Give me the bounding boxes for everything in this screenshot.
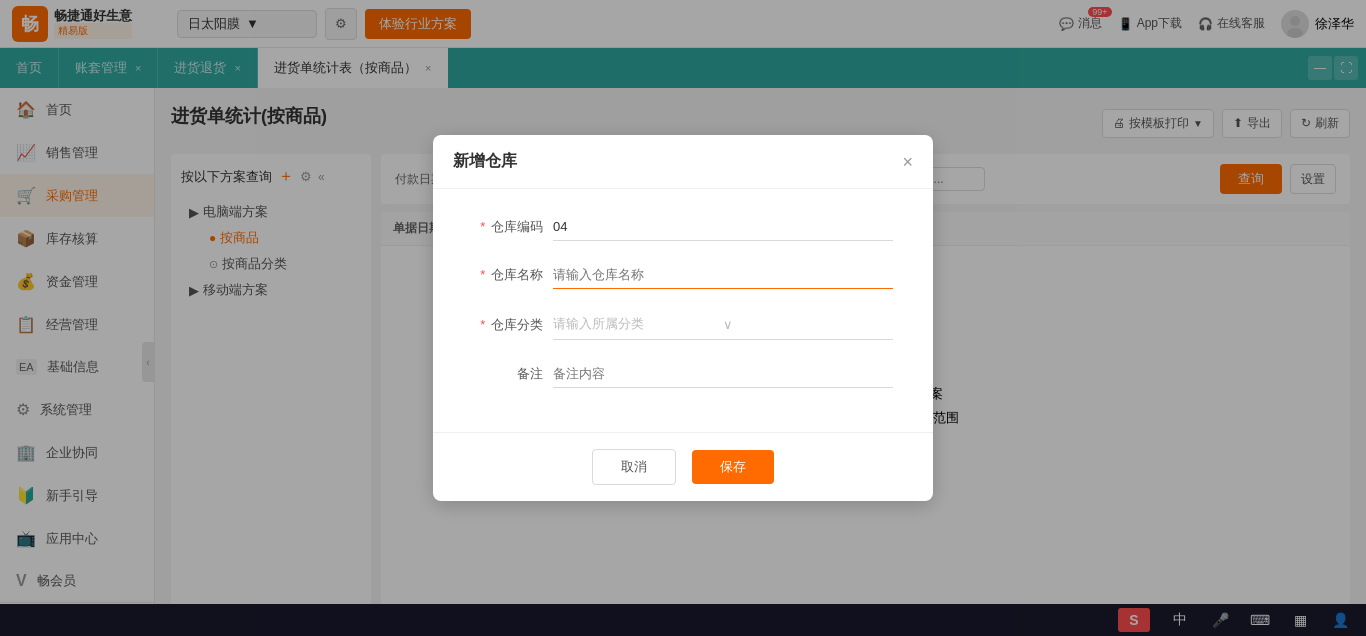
form-row-name: * 仓库名称 <box>473 261 893 289</box>
remark-input[interactable] <box>553 360 893 388</box>
modal-title: 新增仓库 <box>453 151 517 172</box>
category-placeholder: 请输入所属分类 <box>553 315 723 333</box>
modal-footer: 取消 保存 <box>433 432 933 501</box>
required-star-name: * <box>480 267 485 282</box>
modal-body: * 仓库编码 * 仓库名称 * 仓库分类 请输入所属 <box>433 189 933 432</box>
modal-new-warehouse: 新增仓库 × * 仓库编码 * 仓库名称 <box>433 135 933 501</box>
category-arrow-icon: ∨ <box>723 317 893 332</box>
form-row-code: * 仓库编码 <box>473 213 893 241</box>
form-row-remark: 备注 <box>473 360 893 388</box>
name-label: * 仓库名称 <box>473 266 553 284</box>
required-star-code: * <box>480 219 485 234</box>
required-star-category: * <box>480 317 485 332</box>
form-row-category: * 仓库分类 请输入所属分类 ∨ <box>473 309 893 340</box>
cancel-button[interactable]: 取消 <box>592 449 676 485</box>
save-button[interactable]: 保存 <box>692 450 774 484</box>
warehouse-name-input[interactable] <box>553 261 893 289</box>
code-label: * 仓库编码 <box>473 218 553 236</box>
modal-header: 新增仓库 × <box>433 135 933 189</box>
warehouse-category-selector[interactable]: 请输入所属分类 ∨ <box>553 309 893 340</box>
modal-overlay[interactable]: 新增仓库 × * 仓库编码 * 仓库名称 <box>0 0 1366 636</box>
remark-label: 备注 <box>473 365 553 383</box>
modal-close-button[interactable]: × <box>902 153 913 171</box>
warehouse-code-input[interactable] <box>553 213 893 241</box>
category-label: * 仓库分类 <box>473 316 553 334</box>
